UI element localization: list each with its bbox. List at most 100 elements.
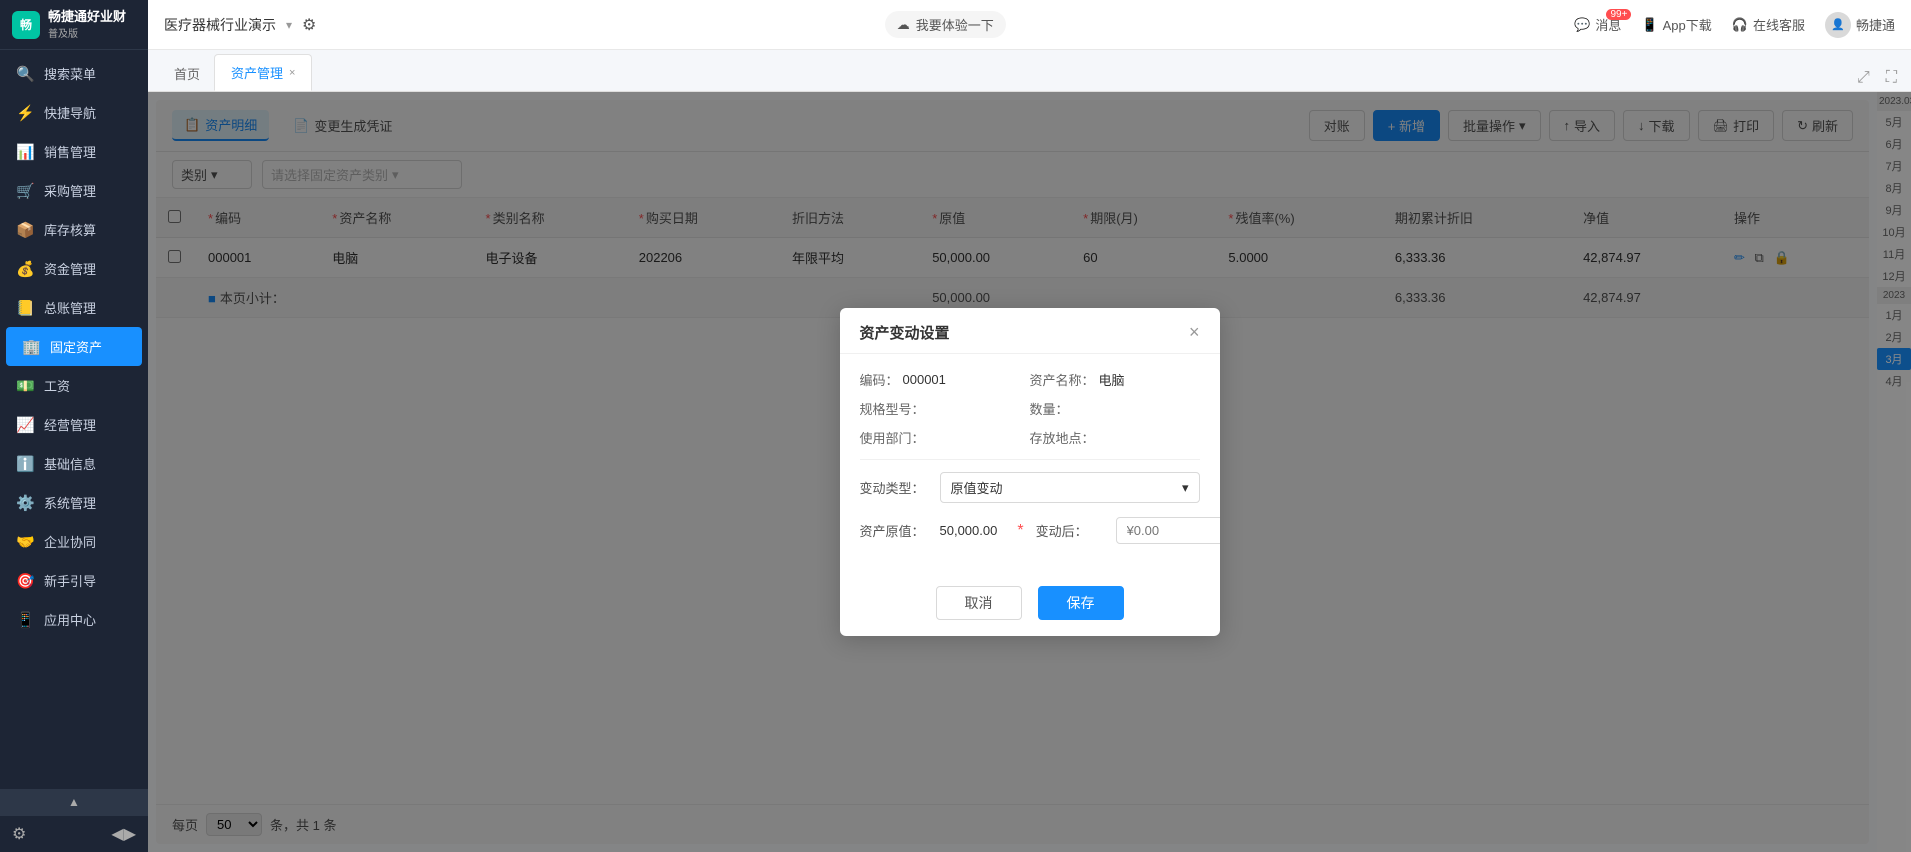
tab-asset-management[interactable]: 资产管理 × [214, 54, 312, 91]
topbar-right: 💬 消息 99+ 📱 App下载 🎧 在线客服 👤 畅捷通 [1574, 12, 1895, 38]
company-chevron-icon[interactable]: ▾ [286, 18, 292, 32]
modal-close-button[interactable]: × [1189, 322, 1200, 343]
tabbar: 首页 资产管理 × ⤢ ⛶ [148, 50, 1911, 92]
main-area: 医疗器械行业演示 ▾ ⚙ ☁ 我要体验一下 💬 消息 99+ 📱 App下载 🎧… [148, 0, 1911, 852]
modal-overlay: 资产变动设置 × 编码： 000001 资产名称： 电脑 [148, 92, 1911, 852]
purchase-icon: 🛒 [16, 182, 34, 200]
sidebar-item-operations[interactable]: 📈 经营管理 [0, 405, 148, 444]
change-type-value: 原值变动 [951, 478, 1003, 497]
system-icon: ⚙️ [16, 494, 34, 512]
sidebar-item-quick-nav[interactable]: ⚡ 快捷导航 [0, 93, 148, 132]
message-icon: 💬 [1574, 17, 1590, 33]
spec-label: 规格型号： [860, 399, 925, 418]
sidebar-item-system[interactable]: ⚙️ 系统管理 [0, 483, 148, 522]
online-service-button[interactable]: 🎧 在线客服 [1732, 15, 1805, 34]
modal-body: 编码： 000001 资产名称： 电脑 规格型号： [840, 354, 1220, 574]
app-subtitle: 普及版 [48, 25, 126, 40]
original-value-row: 资产原值： 50,000.00 * 变动后： [860, 517, 1200, 544]
modal-info-storage: 存放地点： [1030, 428, 1200, 447]
enterprise-icon: 🤝 [16, 533, 34, 551]
modal-info-asset-name: 资产名称： 电脑 [1030, 370, 1200, 389]
payroll-icon: 💵 [16, 377, 34, 395]
tab-home[interactable]: 首页 [160, 56, 214, 91]
guide-icon: 🎯 [16, 572, 34, 590]
tab-label: 资产管理 [231, 63, 283, 82]
after-change-label: 变动后： [1036, 521, 1106, 540]
mobile-icon: 📱 [1641, 17, 1657, 33]
sidebar-item-label: 采购管理 [44, 181, 96, 200]
sidebar-scroll-up[interactable]: ▲ [0, 789, 148, 815]
sidebar-item-finance[interactable]: 💰 资金管理 [0, 249, 148, 288]
sidebar-item-label: 工资 [44, 376, 70, 395]
sidebar-item-label: 总账管理 [44, 298, 96, 317]
fixed-assets-icon: 🏢 [22, 338, 40, 356]
modal-info-row-2: 规格型号： 数量： [860, 399, 1200, 418]
sidebar-item-label: 库存核算 [44, 220, 96, 239]
online-service-label: 在线客服 [1753, 15, 1805, 34]
sidebar-item-label: 应用中心 [44, 610, 96, 629]
sidebar-item-payroll[interactable]: 💵 工资 [0, 366, 148, 405]
sales-icon: 📊 [16, 143, 34, 161]
avatar: 👤 [1825, 12, 1851, 38]
asset-name-label: 资产名称： [1030, 370, 1095, 389]
sidebar-item-label: 经营管理 [44, 415, 96, 434]
sidebar-item-label: 系统管理 [44, 493, 96, 512]
topbar-left: 医疗器械行业演示 ▾ ⚙ [164, 15, 316, 35]
sidebar-item-label: 搜索菜单 [44, 64, 96, 83]
app-download-button[interactable]: 📱 App下载 [1641, 15, 1711, 34]
experience-button[interactable]: ☁ 我要体验一下 [885, 11, 1006, 38]
user-menu[interactable]: 👤 畅捷通 [1825, 12, 1895, 38]
tab-fullscreen-icon[interactable]: ⛶ [1880, 65, 1903, 91]
tab-maximize-icon[interactable]: ⤢ [1851, 65, 1876, 91]
quantity-label: 数量： [1030, 399, 1069, 418]
modal-info-row-1: 编码： 000001 资产名称： 电脑 [860, 370, 1200, 389]
sidebar-item-label: 新手引导 [44, 571, 96, 590]
save-button[interactable]: 保存 [1038, 586, 1124, 620]
code-value: 000001 [903, 372, 946, 387]
change-type-select[interactable]: 原值变动 ▾ [940, 472, 1200, 503]
sidebar-item-label: 销售管理 [44, 142, 96, 161]
sidebar-footer: ⚙ ◀▶ [0, 815, 148, 852]
sidebar-item-fixed-assets[interactable]: 🏢 固定资产 [6, 327, 142, 366]
asset-name-value: 电脑 [1099, 370, 1125, 389]
message-button[interactable]: 💬 消息 99+ [1574, 15, 1621, 34]
modal-title: 资产变动设置 [860, 322, 950, 343]
settings-gear-icon[interactable]: ⚙ [302, 15, 316, 35]
original-value-display: 50,000.00 [940, 518, 1008, 543]
sidebar-nav: 🔍 搜索菜单 ⚡ 快捷导航 📊 销售管理 🛒 采购管理 📦 库存核算 💰 资金管… [0, 50, 148, 789]
user-name: 畅捷通 [1856, 15, 1895, 34]
change-type-label: 变动类型： [860, 478, 930, 497]
original-value-label: 资产原值： [860, 521, 930, 540]
sidebar-item-guide[interactable]: 🎯 新手引导 [0, 561, 148, 600]
sidebar-item-ledger[interactable]: 📒 总账管理 [0, 288, 148, 327]
modal-info-spec: 规格型号： [860, 399, 1030, 418]
finance-icon: 💰 [16, 260, 34, 278]
code-label: 编码： [860, 370, 899, 389]
sidebar-item-app-center[interactable]: 📱 应用中心 [0, 600, 148, 639]
modal-footer: 取消 保存 [840, 574, 1220, 636]
asset-change-modal: 资产变动设置 × 编码： 000001 资产名称： 电脑 [840, 308, 1220, 636]
sidebar-item-basic-info[interactable]: ℹ️ 基础信息 [0, 444, 148, 483]
department-label: 使用部门： [860, 428, 925, 447]
company-name: 医疗器械行业演示 [164, 15, 276, 35]
inventory-icon: 📦 [16, 221, 34, 239]
sidebar-item-enterprise[interactable]: 🤝 企业协同 [0, 522, 148, 561]
sidebar-item-label: 资金管理 [44, 259, 96, 278]
app-download-label: App下载 [1663, 15, 1712, 34]
sidebar-item-sales[interactable]: 📊 销售管理 [0, 132, 148, 171]
basic-info-icon: ℹ️ [16, 455, 34, 473]
tabbar-right: ⤢ ⛶ [1851, 65, 1911, 91]
collapse-icon[interactable]: ◀▶ [111, 824, 136, 844]
sidebar-item-purchase[interactable]: 🛒 采购管理 [0, 171, 148, 210]
change-type-row: 变动类型： 原值变动 ▾ [860, 472, 1200, 503]
experience-label: 我要体验一下 [916, 15, 994, 34]
settings-icon[interactable]: ⚙ [12, 824, 26, 844]
sidebar-item-inventory[interactable]: 📦 库存核算 [0, 210, 148, 249]
modal-info-department: 使用部门： [860, 428, 1030, 447]
tab-close-icon[interactable]: × [289, 67, 295, 79]
sidebar-item-search[interactable]: 🔍 搜索菜单 [0, 54, 148, 93]
modal-info-code: 编码： 000001 [860, 370, 1030, 389]
after-change-input[interactable] [1116, 517, 1220, 544]
cancel-button[interactable]: 取消 [936, 586, 1022, 620]
required-marker: * [1017, 522, 1023, 540]
